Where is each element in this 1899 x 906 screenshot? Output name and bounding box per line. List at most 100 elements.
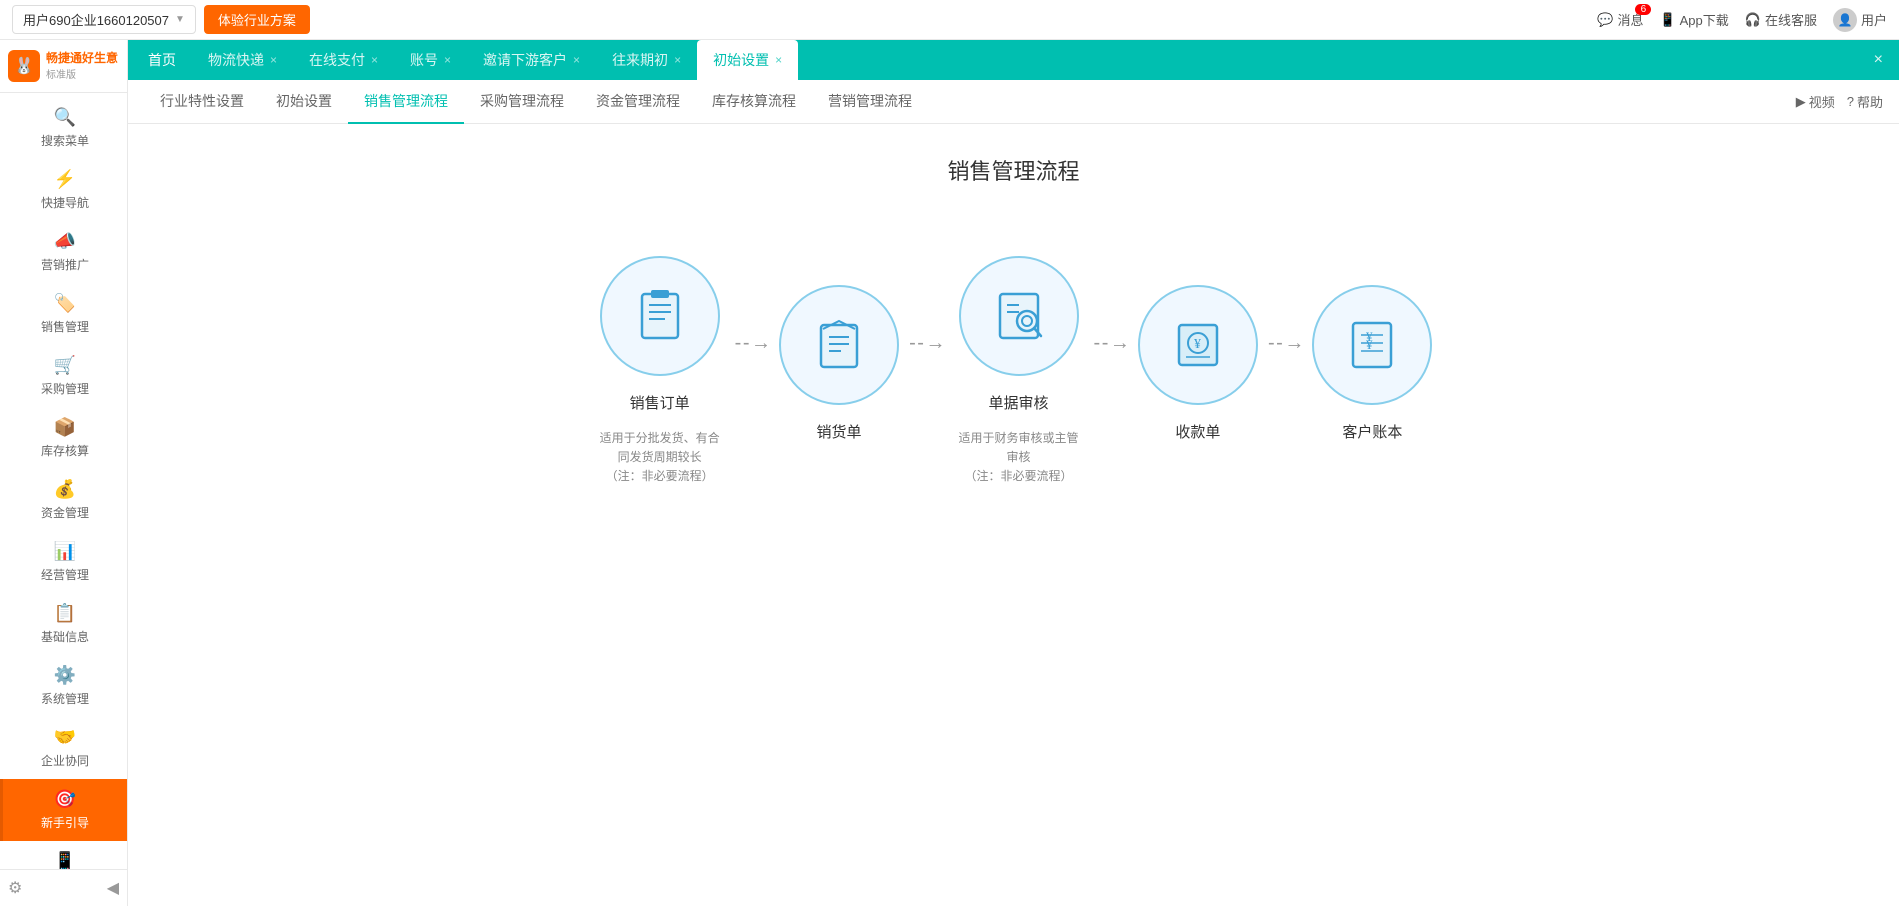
flow-desc-review: 适用于财务审核或主管审核（注：非必要流程） xyxy=(954,429,1084,487)
flow-arrow-2: - - → xyxy=(899,332,953,355)
ledger-icon: ¥ ¥ xyxy=(1342,315,1402,375)
sidebar-item-label: 快捷导航 xyxy=(41,194,89,211)
gear-icon: ⚙️ xyxy=(54,665,76,686)
flow-step-delivery[interactable]: 销货单 xyxy=(779,285,899,458)
sub-tab-industry[interactable]: 行业特性设置 xyxy=(144,80,260,124)
sidebar-item-basic[interactable]: 📋 基础信息 xyxy=(0,593,127,655)
tab-payment-close[interactable]: × xyxy=(371,53,378,67)
tab-init-settings-label: 初始设置 xyxy=(713,50,769,70)
main-layout: 🐰 畅捷通好生意 标准版 🔍 搜索菜单 ⚡ 快捷导航 📣 营销推广 🏷️ 销售管… xyxy=(0,40,1899,906)
app-download-item[interactable]: 📱 App下载 xyxy=(1659,10,1728,29)
flow-circle-ledger: ¥ ¥ xyxy=(1312,285,1432,405)
headset-icon: 🎧 xyxy=(1745,12,1761,28)
message-badge: 6 xyxy=(1635,4,1651,15)
settings-icon[interactable]: ⚙ xyxy=(8,878,22,898)
tab-period-close[interactable]: × xyxy=(674,53,681,67)
tab-payment[interactable]: 在线支付 × xyxy=(293,40,394,80)
search-icon: 🔍 xyxy=(54,107,76,128)
arrow-dashed-icon: - - → xyxy=(735,332,769,355)
flow-label-review: 单据审核 xyxy=(988,392,1048,413)
tab-account-close[interactable]: × xyxy=(444,53,451,67)
tab-period-label: 往来期初 xyxy=(612,50,668,70)
flow-step-receipt[interactable]: ¥ 收款单 xyxy=(1138,285,1258,458)
play-icon: ▶ xyxy=(1796,94,1806,110)
logo-text-area: 畅捷通好生意 标准版 xyxy=(46,51,118,82)
tab-payment-label: 在线支付 xyxy=(309,50,365,70)
tab-init-settings-close[interactable]: × xyxy=(775,53,782,67)
sidebar-item-search[interactable]: 🔍 搜索菜单 xyxy=(0,97,127,159)
sub-tab-sales-flow[interactable]: 销售管理流程 xyxy=(348,80,464,124)
page-title: 销售管理流程 xyxy=(148,154,1879,186)
flow-arrow-1: - - → xyxy=(725,332,779,355)
sidebar-item-operation[interactable]: 📊 经营管理 xyxy=(0,531,127,593)
sidebar-item-label: 销售管理 xyxy=(41,318,89,335)
user-selector[interactable]: 用户690企业1660120507 ▼ xyxy=(12,5,196,34)
video-link[interactable]: ▶ 视频 xyxy=(1796,92,1835,111)
close-all-tabs[interactable]: × xyxy=(1862,51,1895,69)
box-icon: 📦 xyxy=(54,417,76,438)
receipt-icon: ¥ xyxy=(1168,315,1228,375)
sidebar-item-label: 基础信息 xyxy=(41,628,89,645)
sub-tabs-left: 行业特性设置 初始设置 销售管理流程 采购管理流程 资金管理流程 库存核算流程 xyxy=(144,80,928,124)
flow-circle-sales-order xyxy=(600,256,720,376)
tab-period[interactable]: 往来期初 × xyxy=(596,40,697,80)
top-bar-right: 💬 消息 6 📱 App下载 🎧 在线客服 👤 用户 xyxy=(1597,8,1887,32)
tab-logistics[interactable]: 物流快递 × xyxy=(192,40,293,80)
flow-label-delivery: 销货单 xyxy=(817,421,862,442)
sidebar-item-purchase[interactable]: 🛒 采购管理 xyxy=(0,345,127,407)
sub-tab-init[interactable]: 初始设置 xyxy=(260,80,348,124)
online-service-item[interactable]: 🎧 在线客服 xyxy=(1745,10,1817,29)
collapse-icon[interactable]: ◀ xyxy=(107,878,119,898)
logo-text: 畅捷通好生意 xyxy=(46,51,118,67)
sidebar-item-label: 库存核算 xyxy=(41,442,89,459)
main-content-area: 首页 物流快递 × 在线支付 × 账号 × 邀请下游客户 × 往来期初 × xyxy=(128,40,1899,906)
tab-account[interactable]: 账号 × xyxy=(394,40,467,80)
sub-tab-marketing-flow[interactable]: 营销管理流程 xyxy=(812,80,928,124)
handshake-icon: 🤝 xyxy=(54,727,76,748)
trial-button[interactable]: 体验行业方案 xyxy=(204,5,310,34)
arrow-dashed-icon-3: - - → xyxy=(1094,332,1128,355)
help-link[interactable]: ? 帮助 xyxy=(1847,92,1883,111)
sub-tab-inventory-flow[interactable]: 库存核算流程 xyxy=(696,80,812,124)
page-content: 销售管理流程 销售订单 适用于分批发货、有合同发货周期较长（ xyxy=(128,124,1899,906)
logo-area: 🐰 畅捷通好生意 标准版 xyxy=(0,40,127,93)
tab-home[interactable]: 首页 xyxy=(132,40,192,80)
sub-tab-finance-flow[interactable]: 资金管理流程 xyxy=(580,80,696,124)
sidebar-item-quick[interactable]: ⚡ 快捷导航 xyxy=(0,159,127,221)
question-icon: ? xyxy=(1847,94,1854,109)
tab-init-settings[interactable]: 初始设置 × xyxy=(697,40,798,80)
sub-tab-finance-flow-label: 资金管理流程 xyxy=(596,91,680,111)
sidebar-item-sales[interactable]: 🏷️ 销售管理 xyxy=(0,283,127,345)
flow-step-sales-order[interactable]: 销售订单 适用于分批发货、有合同发货周期较长（注：非必要流程） xyxy=(595,256,725,487)
user-avatar-item[interactable]: 👤 用户 xyxy=(1833,8,1887,32)
flow-step-ledger[interactable]: ¥ ¥ 客户账本 xyxy=(1312,285,1432,458)
sidebar-item-guide[interactable]: 🎯 新手引导 xyxy=(0,779,127,841)
flow-circle-review xyxy=(959,256,1079,376)
sidebar-item-label: 新手引导 xyxy=(41,814,89,831)
tab-account-label: 账号 xyxy=(410,50,438,70)
flow-arrow-3: - - → xyxy=(1084,332,1138,355)
sidebar-item-inventory[interactable]: 📦 库存核算 xyxy=(0,407,127,469)
tab-invite-close[interactable]: × xyxy=(573,53,580,67)
sidebar-item-label: 搜索菜单 xyxy=(41,132,89,149)
sidebar-item-system[interactable]: ⚙️ 系统管理 xyxy=(0,655,127,717)
sidebar-item-appstore[interactable]: 📱 应用中心 xyxy=(0,841,127,869)
logo-icon: 🐰 xyxy=(8,50,40,82)
sidebar-item-collab[interactable]: 🤝 企业协同 xyxy=(0,717,127,779)
message-icon-item[interactable]: 💬 消息 6 xyxy=(1597,10,1643,29)
review-icon xyxy=(989,286,1049,346)
sidebar-item-marketing[interactable]: 📣 营销推广 xyxy=(0,221,127,283)
sidebar-item-label: 系统管理 xyxy=(41,690,89,707)
money-icon: 💰 xyxy=(54,479,76,500)
sidebar-item-label: 经营管理 xyxy=(41,566,89,583)
sub-tab-purchase-flow[interactable]: 采购管理流程 xyxy=(464,80,580,124)
sub-tab-marketing-flow-label: 营销管理流程 xyxy=(828,91,912,111)
sidebar-item-label: 企业协同 xyxy=(41,752,89,769)
tab-invite[interactable]: 邀请下游客户 × xyxy=(467,40,596,80)
flow-circle-delivery xyxy=(779,285,899,405)
sidebar-item-finance[interactable]: 💰 资金管理 xyxy=(0,469,127,531)
flow-step-review[interactable]: 单据审核 适用于财务审核或主管审核（注：非必要流程） xyxy=(954,256,1084,487)
tab-logistics-close[interactable]: × xyxy=(270,53,277,67)
flow-arrow-4: - - → xyxy=(1258,332,1312,355)
logo-sub: 标准版 xyxy=(46,66,118,81)
